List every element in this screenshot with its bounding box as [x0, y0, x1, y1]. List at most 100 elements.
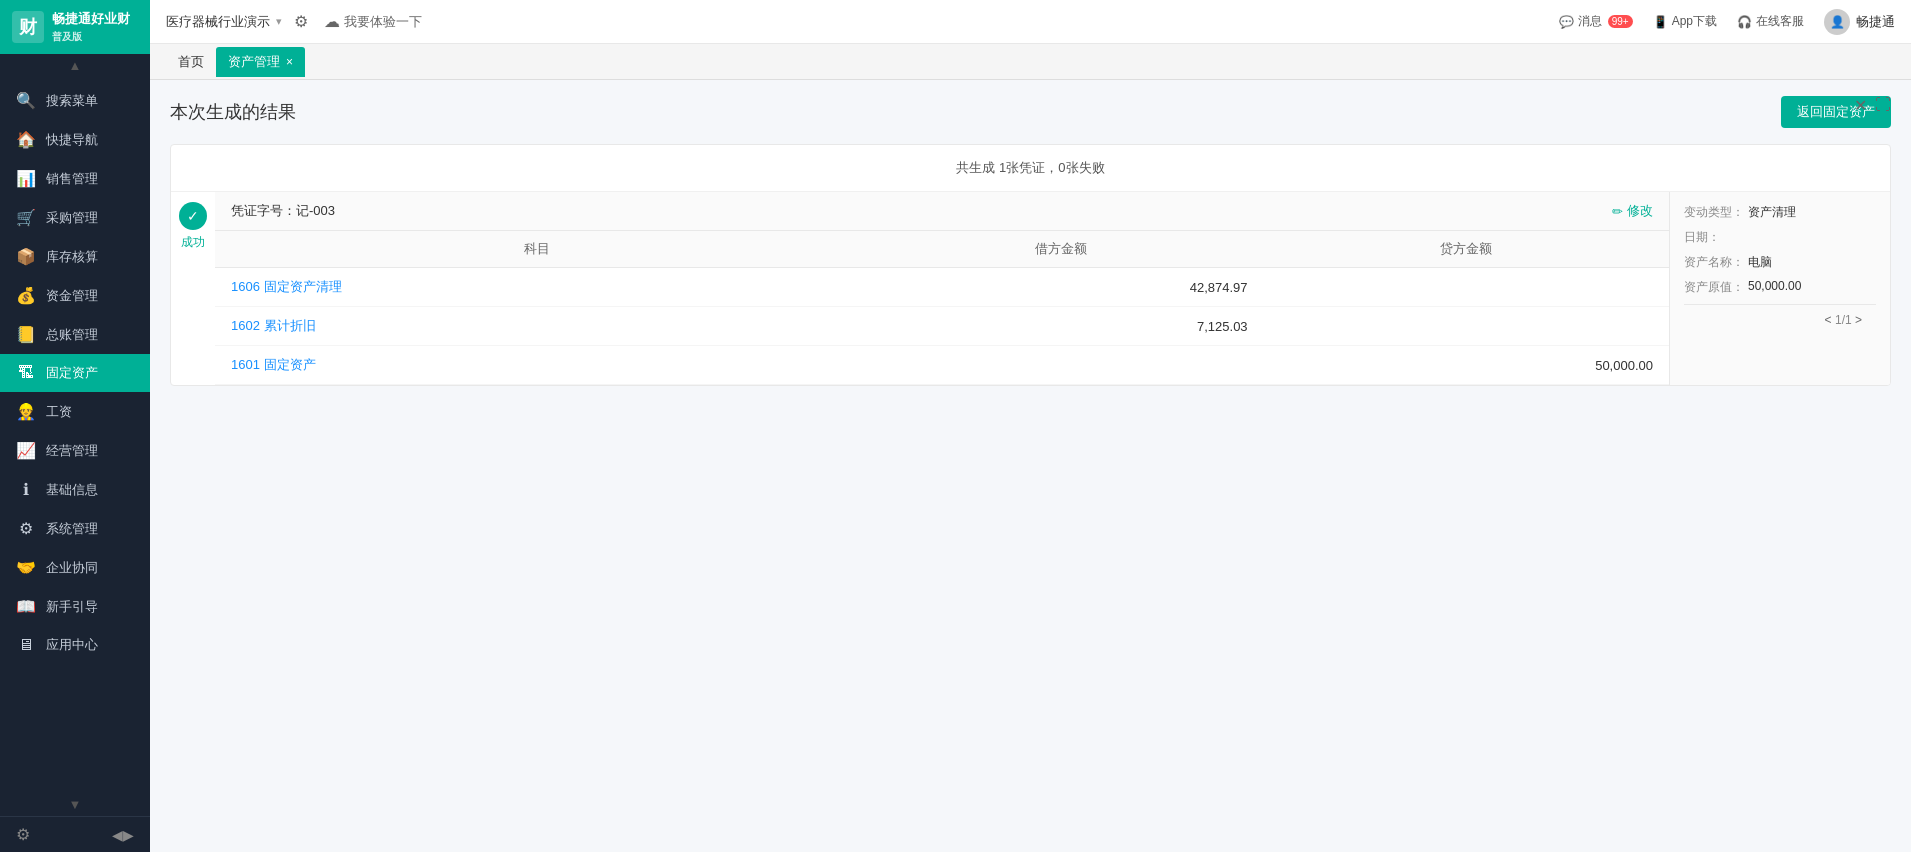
search-nav-icon: 🔍 [16, 91, 36, 110]
original-value-label: 资产原值： [1684, 279, 1744, 296]
sidebar-toggle-icon[interactable]: ◀▶ [112, 827, 134, 843]
tab-bar: 首页 资产管理 × [150, 44, 1911, 80]
tab-home[interactable]: 首页 [166, 47, 216, 77]
table-row: 1606 固定资产清理 42,874.97 [215, 268, 1669, 307]
sidebar-item-inventory[interactable]: 📦 库存核算 [0, 237, 150, 276]
sidebar-item-label: 销售管理 [46, 170, 98, 188]
sidebar-item-operations[interactable]: 📈 经营管理 [0, 431, 150, 470]
credit-cell [1264, 268, 1669, 307]
sidebar-item-label: 经营管理 [46, 442, 98, 460]
sidebar-item-label: 采购管理 [46, 209, 98, 227]
success-label: 成功 [181, 234, 205, 251]
guide-nav-icon: 📖 [16, 597, 36, 616]
date-row: 日期： [1684, 229, 1876, 246]
sidebar-item-label: 搜索菜单 [46, 92, 98, 110]
scroll-down-btn[interactable]: ▼ [0, 793, 150, 816]
sidebar-item-system[interactable]: ⚙ 系统管理 [0, 509, 150, 548]
sidebar-item-label: 库存核算 [46, 248, 98, 266]
status-icon-wrap: ✓ 成功 [179, 202, 207, 251]
change-type-row: 变动类型： 资产清理 [1684, 204, 1876, 221]
app-download-btn[interactable]: 📱 App下载 [1653, 13, 1717, 30]
messages-btn[interactable]: 💬 消息 99+ [1559, 13, 1633, 30]
enterprise-nav-icon: 🤝 [16, 558, 36, 577]
tab-asset-management[interactable]: 资产管理 × [216, 47, 305, 77]
success-circle: ✓ [179, 202, 207, 230]
col-header-debit: 借方金额 [858, 231, 1263, 268]
voucher-table: 科目 借方金额 贷方金额 1606 固定资产清理 42,874.97 [215, 231, 1669, 385]
user-name: 畅捷通 [1856, 13, 1895, 31]
sidebar-bottom: ⚙ ◀▶ [0, 816, 150, 852]
asset-name-row: 资产名称： 电脑 [1684, 254, 1876, 271]
voucher-side-panel: 变动类型： 资产清理 日期： 资产名称： 电脑 资产原值： 50,000.00 [1670, 192, 1890, 385]
tab-close-icon[interactable]: × [286, 55, 293, 69]
sidebar-item-sales[interactable]: 📊 销售管理 [0, 159, 150, 198]
sidebar-item-fixed-assets[interactable]: 🏗 固定资产 [0, 354, 150, 392]
change-type-value: 资产清理 [1748, 204, 1796, 221]
cloud-icon: ☁ [324, 12, 340, 31]
sidebar-item-basic-info[interactable]: ℹ 基础信息 [0, 470, 150, 509]
prev-page-btn[interactable]: < [1825, 313, 1832, 327]
voucher-section: ✓ 成功 凭证字号：记-003 ✏ 修改 [171, 192, 1890, 385]
subject-link[interactable]: 1601 固定资产 [231, 357, 316, 372]
voucher-no: 凭证字号：记-003 [231, 202, 335, 220]
settings-bottom-icon[interactable]: ⚙ [16, 825, 30, 844]
purchase-nav-icon: 🛒 [16, 208, 36, 227]
inventory-nav-icon: 📦 [16, 247, 36, 266]
window-controls: ✕ ⛶ [1854, 96, 1891, 115]
subject-link[interactable]: 1602 累计折旧 [231, 318, 316, 333]
sidebar-item-label: 新手引导 [46, 598, 98, 616]
sidebar-item-label: 应用中心 [46, 636, 98, 654]
tab-active-label: 资产管理 [228, 53, 280, 71]
expand-icon[interactable]: ⛶ [1875, 96, 1891, 115]
system-nav-icon: ⚙ [16, 519, 36, 538]
phone-icon: 📱 [1653, 15, 1668, 29]
topbar-settings-icon[interactable]: ⚙ [294, 12, 308, 31]
assets-nav-icon: 🏗 [16, 364, 36, 382]
page-header: 本次生成的结果 返回固定资产 [170, 96, 1891, 128]
sidebar-item-search[interactable]: 🔍 搜索菜单 [0, 81, 150, 120]
summary-text: 共生成 1张凭证，0张失败 [956, 160, 1104, 175]
sidebar-item-label: 工资 [46, 403, 72, 421]
scroll-up-btn[interactable]: ▲ [0, 54, 150, 77]
credit-cell [1264, 307, 1669, 346]
voucher-main: 凭证字号：记-003 ✏ 修改 科目 借方金额 贷方金额 [215, 192, 1670, 385]
main-area: 医疗器械行业演示 ▾ ⚙ ☁ 我要体验一下 💬 消息 99+ 📱 App下载 🎧… [150, 0, 1911, 852]
close-icon[interactable]: ✕ [1854, 96, 1867, 115]
tab-home-label: 首页 [178, 54, 204, 69]
ops-nav-icon: 📈 [16, 441, 36, 460]
sidebar-item-enterprise[interactable]: 🤝 企业协同 [0, 548, 150, 587]
sidebar-item-ledger[interactable]: 📒 总账管理 [0, 315, 150, 354]
sidebar-item-label: 基础信息 [46, 481, 98, 499]
online-support-btn[interactable]: 🎧 在线客服 [1737, 13, 1804, 30]
edit-button[interactable]: ✏ 修改 [1612, 202, 1653, 220]
col-header-subject: 科目 [215, 231, 858, 268]
date-label: 日期： [1684, 229, 1720, 246]
messages-badge: 99+ [1608, 15, 1633, 28]
col-header-credit: 贷方金额 [1264, 231, 1669, 268]
pagination: < 1/1 > [1684, 304, 1876, 335]
edit-label: 修改 [1627, 202, 1653, 220]
sidebar-item-purchase[interactable]: 🛒 采购管理 [0, 198, 150, 237]
trial-btn[interactable]: ☁ 我要体验一下 [324, 12, 422, 31]
sidebar-item-finance[interactable]: 💰 资金管理 [0, 276, 150, 315]
sidebar-item-appstore[interactable]: 🖥 应用中心 [0, 626, 150, 664]
sidebar-item-quicknav[interactable]: 🏠 快捷导航 [0, 120, 150, 159]
sidebar-item-label: 资金管理 [46, 287, 98, 305]
asset-name-value: 电脑 [1748, 254, 1772, 271]
sidebar-item-payroll[interactable]: 👷 工资 [0, 392, 150, 431]
page-info: 1/1 [1835, 313, 1855, 327]
next-page-btn[interactable]: > [1855, 313, 1862, 327]
user-menu[interactable]: 👤 畅捷通 [1824, 9, 1895, 35]
sidebar-item-label: 快捷导航 [46, 131, 98, 149]
sales-nav-icon: 📊 [16, 169, 36, 188]
sidebar-item-label: 企业协同 [46, 559, 98, 577]
subject-link[interactable]: 1606 固定资产清理 [231, 279, 342, 294]
avatar: 👤 [1824, 9, 1850, 35]
sidebar-item-guide[interactable]: 📖 新手引导 [0, 587, 150, 626]
sidebar: 财 畅捷通好业财 普及版 ▲ 🔍 搜索菜单 🏠 快捷导航 📊 销售管理 🛒 采购… [0, 0, 150, 852]
home-nav-icon: 🏠 [16, 130, 36, 149]
finance-nav-icon: 💰 [16, 286, 36, 305]
original-value-row: 资产原值： 50,000.00 [1684, 279, 1876, 296]
page-content: 本次生成的结果 返回固定资产 ✕ ⛶ 共生成 1张凭证，0张失败 ✓ 成功 [150, 80, 1911, 852]
company-selector[interactable]: 医疗器械行业演示 ▾ [166, 13, 282, 31]
